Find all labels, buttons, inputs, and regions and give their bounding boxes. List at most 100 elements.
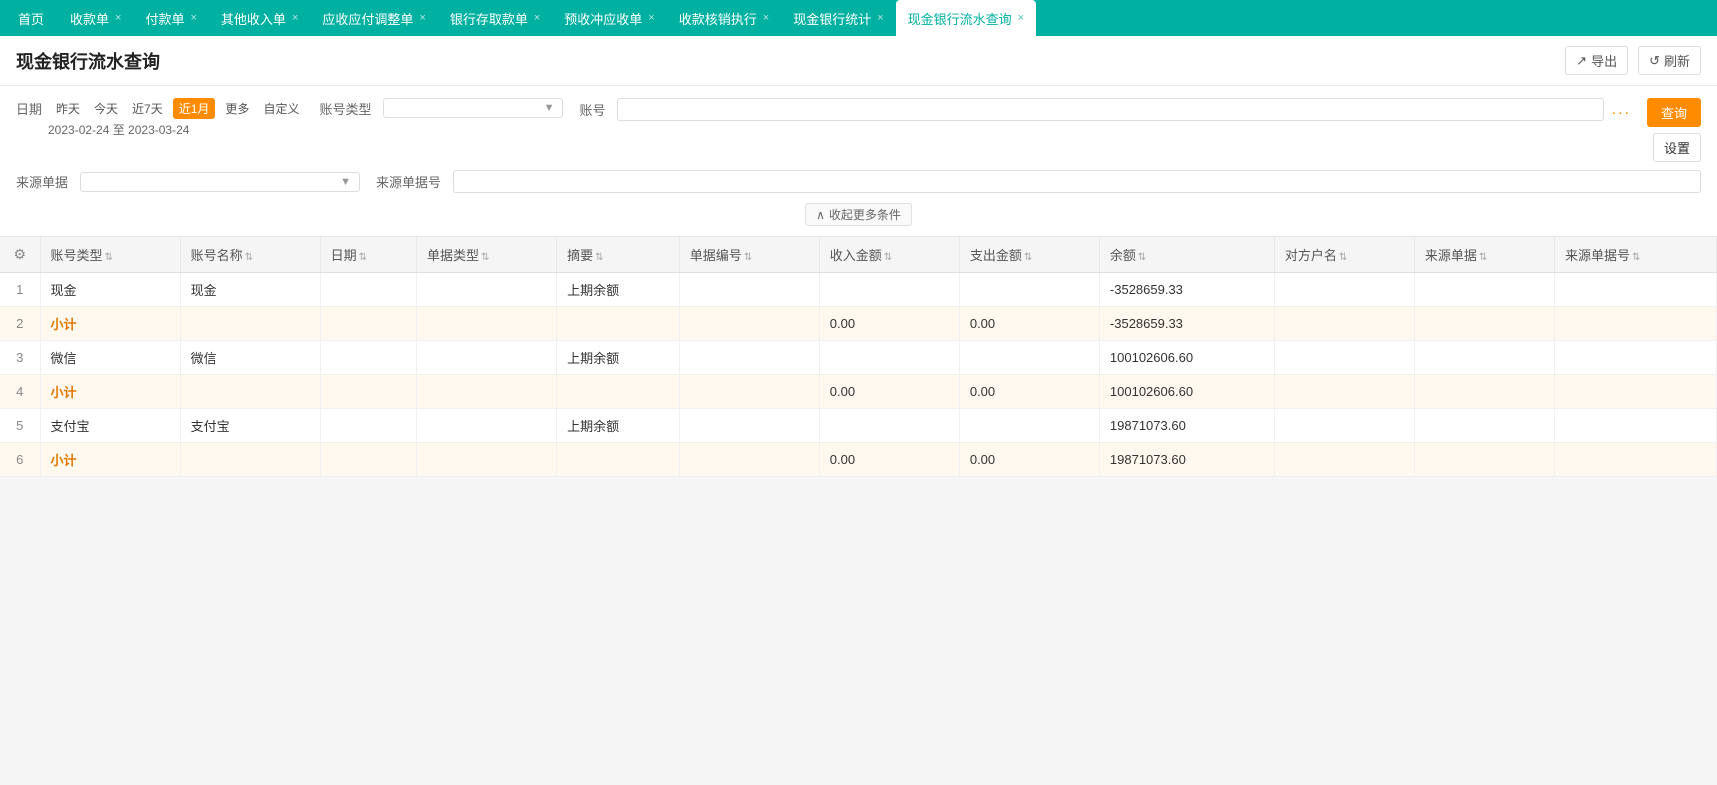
table-header: ⚙账号类型⇅账号名称⇅日期⇅单据类型⇅摘要⇅单据编号⇅收入金额⇅支出金额⇅余额⇅… xyxy=(0,237,1717,273)
sort-icon-source_doc_no[interactable]: ⇅ xyxy=(1632,252,1640,263)
date-filter-block: 日期 昨天今天近7天近1月更多自定义 2023-02-24 至 2023-03-… xyxy=(16,98,303,138)
query-button[interactable]: 查询 xyxy=(1647,98,1701,127)
td-doc_type xyxy=(417,273,557,307)
date-option-近7天[interactable]: 近7天 xyxy=(128,98,167,119)
th-acct_type[interactable]: 账号类型⇅ xyxy=(40,237,180,273)
th-expense[interactable]: 支出金额⇅ xyxy=(959,237,1099,273)
td-acct_name: 支付宝 xyxy=(180,409,320,443)
table-body: 1现金现金上期余额-3528659.332小计0.000.00-3528659.… xyxy=(0,273,1717,477)
date-option-近1月[interactable]: 近1月 xyxy=(173,98,216,119)
td-source_doc_no xyxy=(1554,307,1716,341)
acct-no-input[interactable] xyxy=(617,98,1603,121)
date-option-自定义[interactable]: 自定义 xyxy=(259,98,303,119)
td-doc_no xyxy=(679,341,819,375)
close-tab-icon[interactable]: × xyxy=(534,12,540,24)
th-label-income: 收入金额 xyxy=(830,248,882,263)
th-date[interactable]: 日期⇅ xyxy=(320,237,416,273)
main-table: ⚙账号类型⇅账号名称⇅日期⇅单据类型⇅摘要⇅单据编号⇅收入金额⇅支出金额⇅余额⇅… xyxy=(0,237,1717,477)
td-counterpart xyxy=(1274,307,1414,341)
sort-icon-income[interactable]: ⇅ xyxy=(884,252,892,263)
nav-home[interactable]: 首页 xyxy=(4,0,58,36)
sort-icon-summary[interactable]: ⇅ xyxy=(595,252,603,263)
td-source_doc xyxy=(1414,375,1554,409)
th-balance[interactable]: 余额⇅ xyxy=(1099,237,1274,273)
filter-area: 日期 昨天今天近7天近1月更多自定义 2023-02-24 至 2023-03-… xyxy=(0,86,1717,237)
th-counterpart[interactable]: 对方户名⇅ xyxy=(1274,237,1414,273)
td-source_doc xyxy=(1414,443,1554,477)
td-counterpart xyxy=(1274,375,1414,409)
table-row: 4小计0.000.00100102606.60 xyxy=(0,375,1717,409)
close-tab-icon[interactable]: × xyxy=(115,12,121,24)
sort-icon-counterpart[interactable]: ⇅ xyxy=(1339,252,1347,263)
sort-icon-expense[interactable]: ⇅ xyxy=(1024,252,1032,263)
td-counterpart xyxy=(1274,273,1414,307)
nav-tab-现金银行流水查询[interactable]: 现金银行流水查询× xyxy=(896,0,1036,36)
td-source_doc_no xyxy=(1554,341,1716,375)
nav-tabs-container: 收款单×付款单×其他收入单×应收应付调整单×银行存取款单×预收冲应收单×收款核销… xyxy=(58,0,1036,36)
collapse-bar: ∧ 收起更多条件 xyxy=(16,199,1701,226)
acct-type-select[interactable]: ▼ xyxy=(383,98,563,118)
td-no: 5 xyxy=(0,409,40,443)
more-acct-button[interactable]: ... xyxy=(1612,101,1631,119)
td-no: 1 xyxy=(0,273,40,307)
acct-no-label: 账号 xyxy=(579,100,605,119)
th-source_doc_no[interactable]: 来源单据号⇅ xyxy=(1554,237,1716,273)
sort-icon-acct_type[interactable]: ⇅ xyxy=(105,252,113,263)
th-source_doc[interactable]: 来源单据⇅ xyxy=(1414,237,1554,273)
sort-icon-date[interactable]: ⇅ xyxy=(359,252,367,263)
td-no: 6 xyxy=(0,443,40,477)
date-range: 2023-02-24 至 2023-03-24 xyxy=(48,123,189,137)
nav-tab-银行存取款单[interactable]: 银行存取款单× xyxy=(438,0,552,36)
source-doc-no-input[interactable] xyxy=(453,170,1701,193)
td-date xyxy=(320,409,416,443)
td-doc_type xyxy=(417,443,557,477)
close-tab-icon[interactable]: × xyxy=(877,12,883,24)
close-tab-icon[interactable]: × xyxy=(419,12,425,24)
close-tab-icon[interactable]: × xyxy=(190,12,196,24)
th-summary[interactable]: 摘要⇅ xyxy=(557,237,680,273)
table-row: 1现金现金上期余额-3528659.33 xyxy=(0,273,1717,307)
close-tab-icon[interactable]: × xyxy=(763,12,769,24)
nav-tab-收款核销执行[interactable]: 收款核销执行× xyxy=(667,0,781,36)
date-option-昨天[interactable]: 昨天 xyxy=(52,98,84,119)
settings-button[interactable]: 设置 xyxy=(1653,133,1701,162)
td-income: 0.00 xyxy=(819,443,959,477)
export-icon: ↗ xyxy=(1576,53,1587,69)
td-balance: 19871073.60 xyxy=(1099,409,1274,443)
sort-icon-doc_type[interactable]: ⇅ xyxy=(481,252,489,263)
page-header: 现金银行流水查询 ↗ 导出 ↺ 刷新 xyxy=(0,36,1717,86)
sort-icon-balance[interactable]: ⇅ xyxy=(1138,252,1146,263)
sort-icon-source_doc[interactable]: ⇅ xyxy=(1479,252,1487,263)
nav-tab-其他收入单[interactable]: 其他收入单× xyxy=(209,0,310,36)
gear-icon[interactable]: ⚙ xyxy=(13,246,26,262)
th-doc_type[interactable]: 单据类型⇅ xyxy=(417,237,557,273)
td-doc_no xyxy=(679,443,819,477)
td-source_doc_no xyxy=(1554,409,1716,443)
td-expense: 0.00 xyxy=(959,443,1099,477)
close-tab-icon[interactable]: × xyxy=(648,12,654,24)
date-option-更多[interactable]: 更多 xyxy=(221,98,253,119)
source-doc-select[interactable]: ▼ xyxy=(80,172,360,192)
date-option-今天[interactable]: 今天 xyxy=(90,98,122,119)
th-income[interactable]: 收入金额⇅ xyxy=(819,237,959,273)
chevron-down-icon: ▼ xyxy=(544,102,555,114)
close-tab-icon[interactable]: × xyxy=(292,12,298,24)
td-source_doc_no xyxy=(1554,375,1716,409)
td-counterpart xyxy=(1274,341,1414,375)
td-date xyxy=(320,375,416,409)
td-counterpart xyxy=(1274,409,1414,443)
td-doc_no xyxy=(679,409,819,443)
sort-icon-doc_no[interactable]: ⇅ xyxy=(744,252,752,263)
nav-tab-现金银行统计[interactable]: 现金银行统计× xyxy=(781,0,895,36)
th-doc_no[interactable]: 单据编号⇅ xyxy=(679,237,819,273)
refresh-button[interactable]: ↺ 刷新 xyxy=(1638,46,1701,75)
nav-tab-收款单[interactable]: 收款单× xyxy=(58,0,133,36)
th-acct_name[interactable]: 账号名称⇅ xyxy=(180,237,320,273)
nav-tab-应收应付调整单[interactable]: 应收应付调整单× xyxy=(310,0,437,36)
nav-tab-付款单[interactable]: 付款单× xyxy=(133,0,208,36)
collapse-button[interactable]: ∧ 收起更多条件 xyxy=(805,203,912,226)
export-button[interactable]: ↗ 导出 xyxy=(1565,46,1628,75)
close-tab-icon[interactable]: × xyxy=(1018,12,1024,24)
sort-icon-acct_name[interactable]: ⇅ xyxy=(245,252,253,263)
nav-tab-预收冲应收单[interactable]: 预收冲应收单× xyxy=(552,0,666,36)
